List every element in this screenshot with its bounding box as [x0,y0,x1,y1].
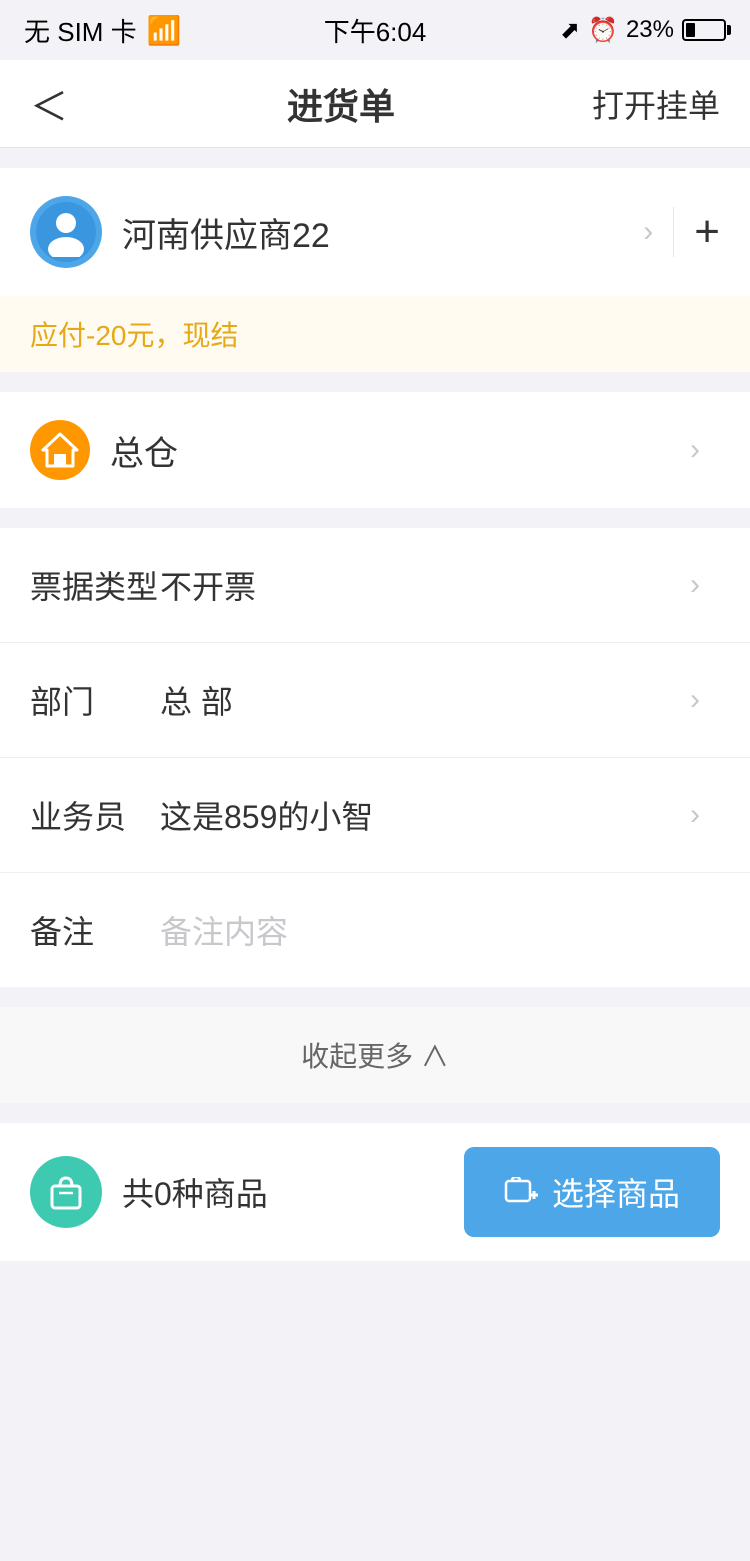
location-icon: ⬈ [560,16,580,45]
product-icon [46,1172,86,1212]
supplier-name: 河南供应商22 [122,208,643,257]
department-label: 部门 [30,677,160,723]
warehouse-icon [41,432,79,468]
supplier-section: 河南供应商22 › + 应付-20元，现结 [0,168,750,372]
invoice-chevron-icon: › [690,568,700,602]
status-bar: 无 SIM 卡 📶 下午6:04 ⬈ ⏰ 23% [0,0,750,60]
select-product-button[interactable]: 选择商品 [464,1147,720,1237]
open-pending-button[interactable]: 打开挂单 [592,81,720,127]
page-title: 进货单 [287,78,395,130]
salesperson-label: 业务员 [30,792,160,838]
wifi-icon: 📶 [147,14,182,47]
warehouse-label: 总仓 [110,426,690,475]
invoice-label: 票据类型 [30,562,160,608]
remark-label: 备注 [30,907,160,953]
product-count: 共0种商品 [122,1169,464,1215]
alert-bar: 应付-20元，现结 [0,296,750,372]
warehouse-chevron-icon: › [690,433,700,467]
status-right: ⬈ ⏰ 23% [560,16,726,45]
page-background [0,1261,750,1561]
back-button[interactable]: ＜ [30,76,90,131]
warehouse-row[interactable]: 总仓 › [0,392,750,508]
alarm-icon: ⏰ [588,16,618,45]
top-divider [0,148,750,168]
nav-bar: ＜ 进货单 打开挂单 [0,60,750,148]
battery-icon [682,19,726,41]
warehouse-icon-wrap [30,420,90,480]
select-product-icon [504,1177,540,1207]
department-row[interactable]: 部门 总 部 › [0,643,750,758]
warehouse-section: 总仓 › [0,392,750,508]
salesperson-chevron-icon: › [690,798,700,832]
supplier-row[interactable]: 河南供应商22 › + [0,168,750,296]
select-btn-label: 选择商品 [552,1169,680,1215]
add-supplier-button[interactable]: + [673,207,720,257]
department-chevron-icon: › [690,683,700,717]
bottom-bar: 共0种商品 选择商品 [0,1123,750,1261]
salesperson-value: 这是859的小智 [160,792,690,838]
battery-percent: 23% [626,16,674,44]
form-section: 票据类型 不开票 › 部门 总 部 › 业务员 这是859的小智 › 备注 备注… [0,528,750,987]
carrier-label: 无 SIM 卡 [24,12,137,49]
supplier-avatar [30,196,102,268]
remark-input[interactable]: 备注内容 [160,907,720,953]
avatar-inner [36,202,96,262]
invoice-row[interactable]: 票据类型 不开票 › [0,528,750,643]
status-left: 无 SIM 卡 📶 [24,12,182,49]
product-icon-wrap [30,1156,102,1228]
collapse-button[interactable]: 收起更多 ∧ [0,1007,750,1103]
salesperson-row[interactable]: 业务员 这是859的小智 › [0,758,750,873]
status-time: 下午6:04 [324,12,427,49]
alert-text: 应付-20元，现结 [30,320,238,351]
invoice-value: 不开票 [160,562,690,608]
remark-row[interactable]: 备注 备注内容 [0,873,750,987]
collapse-label: 收起更多 ∧ [301,1041,449,1072]
person-icon [43,207,89,257]
supplier-chevron-icon: › [643,215,653,249]
department-value: 总 部 [160,677,690,723]
